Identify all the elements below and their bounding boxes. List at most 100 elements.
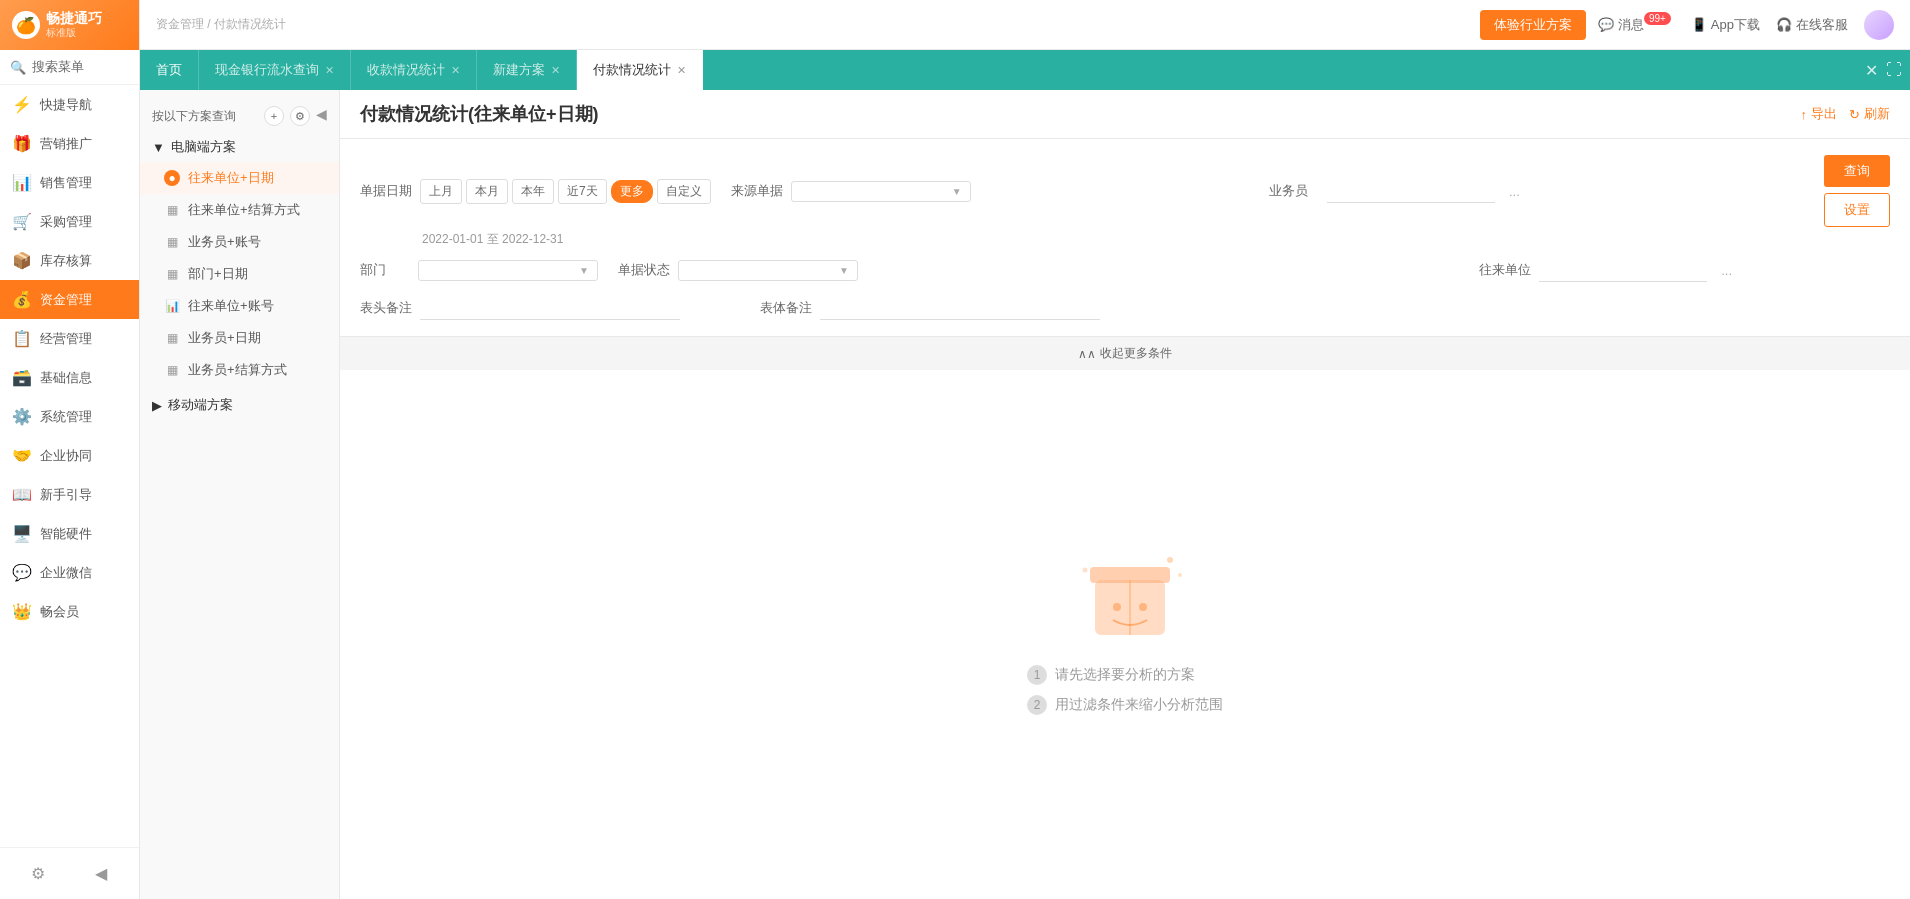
sidebar-item-guide[interactable]: 📖 新手引导 — [0, 475, 139, 514]
body-note-input[interactable] — [820, 296, 1100, 320]
scheme-item-unit-date[interactable]: ● 往来单位+日期 — [140, 162, 339, 194]
filter-action-btns: 查询 设置 — [1824, 155, 1890, 227]
sidebar-item-operations[interactable]: 📋 经营管理 — [0, 319, 139, 358]
header-note-input[interactable] — [420, 296, 680, 320]
message-btn[interactable]: 💬 消息 99+ — [1598, 16, 1675, 34]
chevron-right-icon: ▶ — [152, 398, 162, 413]
content-area: 按以下方案查询 + ⚙ ◀ ▼ 电脑端方案 ● 往来单位+日期 ▦ — [140, 90, 1910, 899]
search-icon: 🔍 — [10, 60, 26, 75]
scheme-item-staff-date[interactable]: ▦ 业务员+日期 — [140, 322, 339, 354]
operations-icon: 📋 — [12, 329, 32, 348]
hardware-icon: 🖥️ — [12, 524, 32, 543]
export-icon: ↑ — [1801, 107, 1808, 122]
date-btn-more[interactable]: 更多 — [611, 180, 653, 203]
scheme-active-icon: ● — [164, 170, 180, 186]
search-menu[interactable]: 🔍 搜索菜单 — [0, 50, 139, 85]
filter-source-item: 来源单据 ▼ — [731, 181, 971, 202]
quick-nav-icon: ⚡ — [12, 95, 32, 114]
date-btn-this-year[interactable]: 本年 — [512, 179, 554, 204]
desktop-scheme-section: ▼ 电脑端方案 ● 往来单位+日期 ▦ 往来单位+结算方式 ▦ 业务员+账号 ▦ — [140, 132, 339, 386]
svg-point-4 — [1178, 573, 1182, 577]
page-title: 付款情况统计(往来单位+日期) — [360, 102, 599, 126]
sidebar-item-sales[interactable]: 📊 销售管理 — [0, 163, 139, 202]
sidebar-item-marketing[interactable]: 🎁 营销推广 — [0, 124, 139, 163]
sidebar-item-system[interactable]: ⚙️ 系统管理 — [0, 397, 139, 436]
refresh-btn[interactable]: ↻ 刷新 — [1849, 105, 1890, 123]
export-btn[interactable]: ↑ 导出 — [1801, 105, 1838, 123]
sidebar-item-member[interactable]: 👑 畅会员 — [0, 592, 139, 631]
scheme-item-dept-date[interactable]: ▦ 部门+日期 — [140, 258, 339, 290]
industry-btn-container: 体验行业方案 — [1480, 10, 1586, 40]
scheme-item-unit-settle[interactable]: ▦ 往来单位+结算方式 — [140, 194, 339, 226]
empty-illustration — [1075, 545, 1175, 645]
filter-row-3: 表头备注 表体备注 — [360, 296, 1890, 320]
dept-select[interactable]: ▼ — [418, 260, 598, 281]
filter-date-item: 单据日期 上月 本月 本年 近7天 更多 自定义 — [360, 179, 711, 204]
logo-text: 畅捷通巧 标准版 — [46, 10, 102, 41]
panel-collapse-btn[interactable]: ◀ — [316, 106, 327, 126]
tab-new-scheme[interactable]: 新建方案 ✕ — [477, 50, 577, 90]
sidebar-item-basic[interactable]: 🗃️ 基础信息 — [0, 358, 139, 397]
partner-input[interactable] — [1539, 258, 1707, 282]
desktop-section-title[interactable]: ▼ 电脑端方案 — [140, 132, 339, 162]
tab-new-scheme-close[interactable]: ✕ — [551, 64, 560, 77]
collapse-bar[interactable]: ∧∧ 收起更多条件 — [340, 337, 1910, 370]
add-scheme-btn[interactable]: + — [264, 106, 284, 126]
tabs-expand-btn[interactable]: ⛶ — [1886, 61, 1902, 79]
svg-point-7 — [1139, 603, 1147, 611]
sidebar-item-quick-nav[interactable]: ⚡ 快捷导航 — [0, 85, 139, 124]
source-select[interactable]: ▼ — [791, 181, 971, 202]
tab-collection-close[interactable]: ✕ — [451, 64, 460, 77]
tab-bar: 首页 现金银行流水查询 ✕ 收款情况统计 ✕ 新建方案 ✕ 付款情况统计 ✕ ✕… — [140, 50, 1910, 90]
online-service-btn[interactable]: 🎧 在线客服 — [1776, 16, 1848, 34]
sidebar-settings-btn[interactable]: ⚙ — [10, 858, 66, 889]
mobile-section-title[interactable]: ▶ 移动端方案 — [140, 390, 339, 420]
tab-payment-stats-close[interactable]: ✕ — [677, 64, 686, 77]
sidebar-item-purchase[interactable]: 🛒 采购管理 — [0, 202, 139, 241]
user-avatar[interactable] — [1864, 10, 1894, 40]
sidebar-item-enterprise[interactable]: 🤝 企业协同 — [0, 436, 139, 475]
date-btn-last-month[interactable]: 上月 — [420, 179, 462, 204]
sidebar-item-inventory[interactable]: 📦 库存核算 — [0, 241, 139, 280]
docstatus-select-arrow: ▼ — [839, 265, 849, 276]
filter-docstatus-item: 单据状态 ▼ — [618, 260, 858, 281]
sidebar-item-hardware[interactable]: 🖥️ 智能硬件 — [0, 514, 139, 553]
filter-settings-btn[interactable]: 设置 — [1824, 193, 1890, 227]
panel-header: 按以下方案查询 + ⚙ ◀ — [140, 100, 339, 132]
scheme-chart-icon: 📊 — [164, 298, 180, 314]
staff-ellipsis[interactable]: ... — [1503, 180, 1526, 203]
scheme-settings-btn[interactable]: ⚙ — [290, 106, 310, 126]
scheme-item-unit-account[interactable]: 📊 往来单位+账号 — [140, 290, 339, 322]
tab-cash-flow-close[interactable]: ✕ — [325, 64, 334, 77]
tabs-close-all-btn[interactable]: ✕ — [1865, 61, 1878, 80]
date-btn-custom[interactable]: 自定义 — [657, 179, 711, 204]
scheme-item-staff-account[interactable]: ▦ 业务员+账号 — [140, 226, 339, 258]
source-select-arrow: ▼ — [952, 186, 962, 197]
svg-point-6 — [1113, 603, 1121, 611]
sidebar-item-wechat[interactable]: 💬 企业微信 — [0, 553, 139, 592]
date-btn-this-month[interactable]: 本月 — [466, 179, 508, 204]
industry-btn[interactable]: 体验行业方案 — [1480, 10, 1586, 40]
query-btn[interactable]: 查询 — [1824, 155, 1890, 187]
sidebar-collapse-btn[interactable]: ◀ — [74, 858, 130, 889]
sidebar-nav: ⚡ 快捷导航 🎁 营销推广 📊 销售管理 🛒 采购管理 📦 库存核算 💰 资金管… — [0, 85, 139, 847]
dept-select-arrow: ▼ — [579, 265, 589, 276]
empty-hint-1: 1 请先选择要分析的方案 — [1027, 665, 1223, 685]
tab-collection[interactable]: 收款情况统计 ✕ — [351, 50, 477, 90]
tab-cash-flow[interactable]: 现金银行流水查询 ✕ — [199, 50, 351, 90]
collapse-btn[interactable]: ∧∧ 收起更多条件 — [1078, 345, 1172, 362]
filter-body-note-item: 表体备注 — [760, 296, 1100, 320]
docstatus-select[interactable]: ▼ — [678, 260, 858, 281]
header-actions: 💬 消息 99+ 📱 App下载 🎧 在线客服 — [1598, 10, 1894, 40]
scheme-item-staff-settle[interactable]: ▦ 业务员+结算方式 — [140, 354, 339, 386]
date-btn-7days[interactable]: 近7天 — [558, 179, 607, 204]
tab-home[interactable]: 首页 — [140, 50, 199, 90]
guide-icon: 📖 — [12, 485, 32, 504]
partner-ellipsis[interactable]: ... — [1715, 259, 1738, 282]
tab-payment-stats[interactable]: 付款情况统计 ✕ — [577, 50, 703, 90]
logo-icon: 🍊 — [12, 11, 40, 39]
app-download-btn[interactable]: 📱 App下载 — [1691, 16, 1760, 34]
sidebar-item-finance[interactable]: 💰 资金管理 — [0, 280, 139, 319]
filter-area: 单据日期 上月 本月 本年 近7天 更多 自定义 来源单据 — [340, 139, 1910, 337]
staff-input[interactable] — [1327, 179, 1495, 203]
